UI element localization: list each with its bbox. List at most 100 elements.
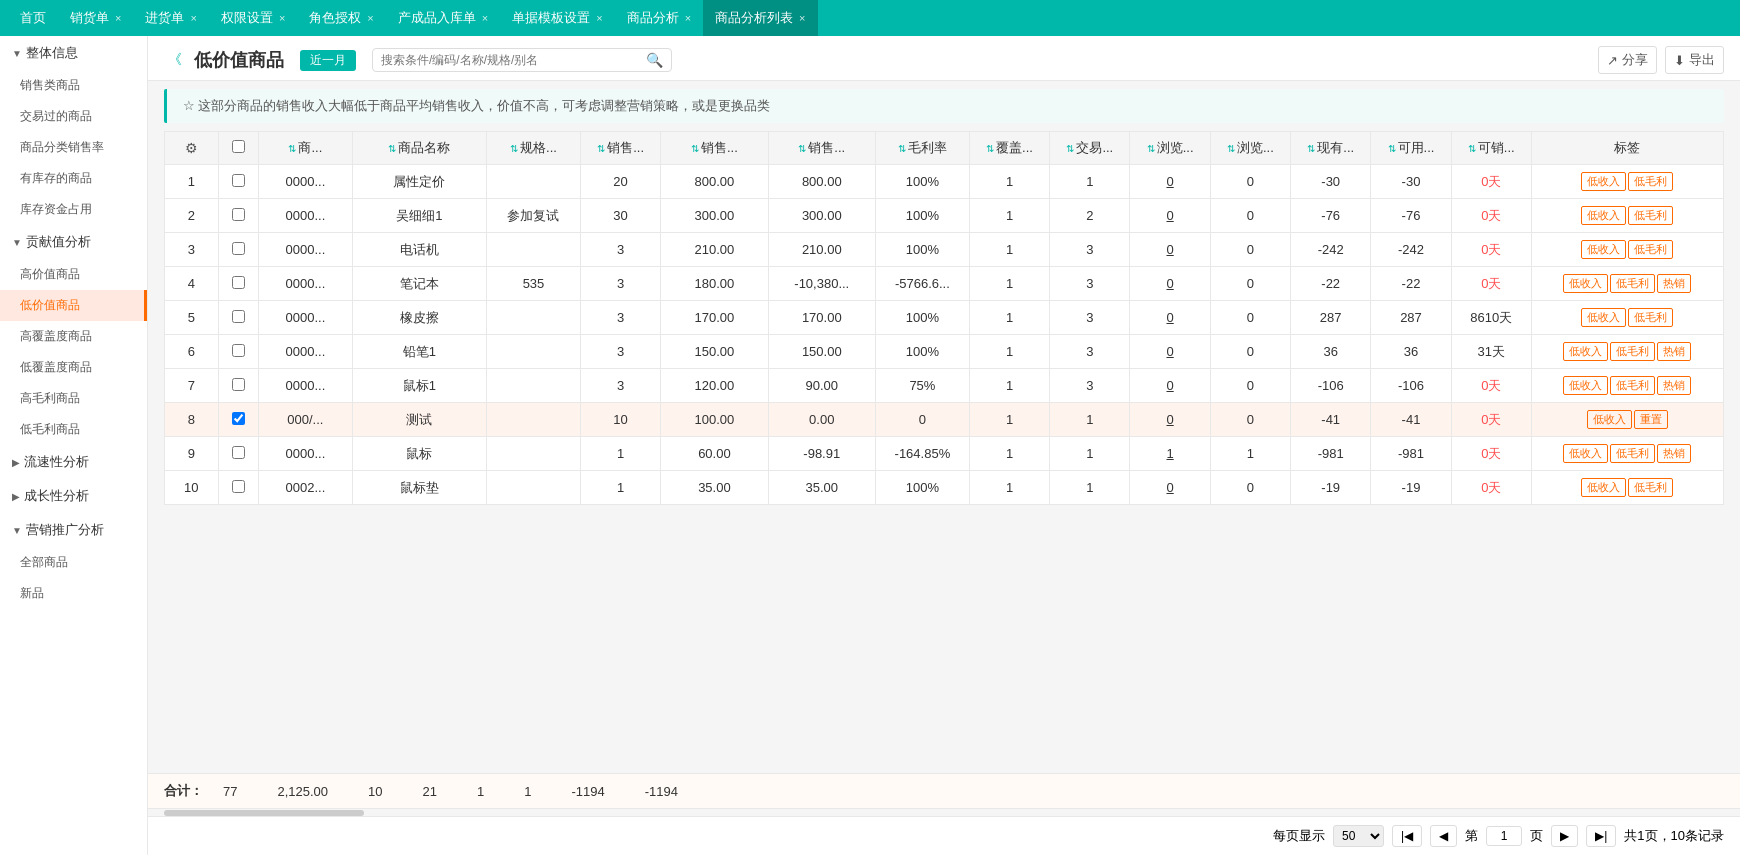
row-checkbox[interactable] [232, 208, 245, 221]
row-browse1[interactable]: 0 [1130, 199, 1210, 233]
nav-sales-order[interactable]: 销货单 × [58, 0, 133, 36]
browse1-link[interactable]: 0 [1166, 208, 1173, 223]
sidebar-group-growth[interactable]: ▶ 成长性分析 [0, 479, 147, 513]
row-checkbox-cell[interactable] [218, 233, 258, 267]
th-sales-num[interactable]: ⇅销售... [580, 132, 660, 165]
browse1-link[interactable]: 0 [1166, 378, 1173, 393]
sidebar-item-sales-products[interactable]: 销售类商品 [0, 70, 147, 101]
row-checkbox-cell[interactable] [218, 437, 258, 471]
next-page-button[interactable]: ▶ [1551, 825, 1578, 847]
row-checkbox-cell[interactable] [218, 267, 258, 301]
sidebar-item-category-rate[interactable]: 商品分类销售率 [0, 132, 147, 163]
row-browse1[interactable]: 0 [1130, 233, 1210, 267]
nav-role-auth[interactable]: 角色授权 × [297, 0, 385, 36]
th-sales-amt2[interactable]: ⇅销售... [768, 132, 875, 165]
prev-page-button[interactable]: ◀ [1430, 825, 1457, 847]
row-checkbox[interactable] [232, 344, 245, 357]
close-icon[interactable]: × [115, 12, 121, 24]
nav-product-analysis[interactable]: 商品分析 × [615, 0, 703, 36]
th-gear[interactable]: ⚙ [165, 132, 219, 165]
sidebar-item-low-value[interactable]: 低价值商品 [0, 290, 147, 321]
close-icon[interactable]: × [190, 12, 196, 24]
sidebar-group-marketing[interactable]: ▼ 营销推广分析 [0, 513, 147, 547]
close-icon[interactable]: × [367, 12, 373, 24]
sidebar-item-high-coverage[interactable]: 高覆盖度商品 [0, 321, 147, 352]
nav-home[interactable]: 首页 [8, 0, 58, 36]
row-checkbox[interactable] [232, 480, 245, 493]
row-checkbox-cell[interactable] [218, 335, 258, 369]
sidebar-item-high-margin[interactable]: 高毛利商品 [0, 383, 147, 414]
row-browse1[interactable]: 0 [1130, 471, 1210, 505]
nav-product-analysis-list[interactable]: 商品分析列表 × [703, 0, 817, 36]
th-margin[interactable]: ⇅毛利率 [875, 132, 969, 165]
browse1-link[interactable]: 0 [1166, 412, 1173, 427]
sidebar-item-low-margin[interactable]: 低毛利商品 [0, 414, 147, 445]
th-code[interactable]: ⇅商... [258, 132, 352, 165]
filter-tag-recent[interactable]: 近一月 [300, 50, 356, 71]
sidebar-item-stock-products[interactable]: 有库存的商品 [0, 163, 147, 194]
export-button[interactable]: ⬇ 导出 [1665, 46, 1724, 74]
row-checkbox[interactable] [232, 242, 245, 255]
browse1-link[interactable]: 0 [1166, 174, 1173, 189]
th-coverage[interactable]: ⇅覆盖... [969, 132, 1049, 165]
per-page-select[interactable]: 50 20 100 [1333, 825, 1384, 847]
row-browse1[interactable]: 0 [1130, 301, 1210, 335]
row-checkbox-cell[interactable] [218, 301, 258, 335]
select-all-checkbox[interactable] [232, 140, 245, 153]
browse1-link[interactable]: 0 [1166, 310, 1173, 325]
row-browse1[interactable]: 0 [1130, 335, 1210, 369]
th-saleable[interactable]: ⇅可销... [1451, 132, 1531, 165]
row-checkbox[interactable] [232, 174, 245, 187]
sidebar-item-traded-products[interactable]: 交易过的商品 [0, 101, 147, 132]
nav-permissions[interactable]: 权限设置 × [209, 0, 297, 36]
close-icon[interactable]: × [596, 12, 602, 24]
row-browse1[interactable]: 1 [1130, 437, 1210, 471]
row-checkbox[interactable] [232, 412, 245, 425]
th-product-name[interactable]: ⇅商品名称 [352, 132, 486, 165]
table-container[interactable]: ⚙ ⇅商... ⇅商品名称 ⇅规格... ⇅销售... ⇅销售... ⇅销售..… [148, 123, 1740, 773]
row-browse1[interactable]: 0 [1130, 165, 1210, 199]
row-checkbox-cell[interactable] [218, 165, 258, 199]
th-trades[interactable]: ⇅交易... [1050, 132, 1130, 165]
sidebar-group-overall[interactable]: ▼ 整体信息 [0, 36, 147, 70]
th-spec[interactable]: ⇅规格... [487, 132, 581, 165]
th-stock[interactable]: ⇅现有... [1291, 132, 1371, 165]
sidebar-item-low-coverage[interactable]: 低覆盖度商品 [0, 352, 147, 383]
row-checkbox[interactable] [232, 446, 245, 459]
share-button[interactable]: ↗ 分享 [1598, 46, 1657, 74]
first-page-button[interactable]: |◀ [1392, 825, 1422, 847]
sidebar-item-new-products[interactable]: 新品 [0, 578, 147, 609]
th-sales-amt[interactable]: ⇅销售... [661, 132, 768, 165]
browse1-link[interactable]: 1 [1166, 446, 1173, 461]
page-input[interactable] [1486, 826, 1522, 846]
row-browse1[interactable]: 0 [1130, 369, 1210, 403]
row-browse1[interactable]: 0 [1130, 403, 1210, 437]
browse1-link[interactable]: 0 [1166, 344, 1173, 359]
sidebar-item-high-value[interactable]: 高价值商品 [0, 259, 147, 290]
search-input[interactable] [381, 53, 646, 67]
sidebar-group-contribution[interactable]: ▼ 贡献值分析 [0, 225, 147, 259]
th-available[interactable]: ⇅可用... [1371, 132, 1451, 165]
th-checkbox[interactable] [218, 132, 258, 165]
browse1-link[interactable]: 0 [1166, 276, 1173, 291]
sidebar-group-flow[interactable]: ▶ 流速性分析 [0, 445, 147, 479]
nav-product-instock[interactable]: 产成品入库单 × [386, 0, 500, 36]
row-browse1[interactable]: 0 [1130, 267, 1210, 301]
collapse-sidebar-button[interactable]: 《 [164, 47, 186, 73]
search-icon[interactable]: 🔍 [646, 52, 663, 68]
sidebar-item-stock-capital[interactable]: 库存资金占用 [0, 194, 147, 225]
row-checkbox-cell[interactable] [218, 471, 258, 505]
row-checkbox-cell[interactable] [218, 199, 258, 233]
sidebar-item-all-products[interactable]: 全部商品 [0, 547, 147, 578]
close-icon[interactable]: × [279, 12, 285, 24]
close-icon[interactable]: × [685, 12, 691, 24]
th-browse2[interactable]: ⇅浏览... [1210, 132, 1290, 165]
browse1-link[interactable]: 0 [1166, 242, 1173, 257]
nav-template-settings[interactable]: 单据模板设置 × [500, 0, 614, 36]
row-checkbox[interactable] [232, 378, 245, 391]
row-checkbox[interactable] [232, 310, 245, 323]
row-checkbox-cell[interactable] [218, 403, 258, 437]
row-checkbox[interactable] [232, 276, 245, 289]
th-browse1[interactable]: ⇅浏览... [1130, 132, 1210, 165]
nav-purchase-order[interactable]: 进货单 × [133, 0, 208, 36]
